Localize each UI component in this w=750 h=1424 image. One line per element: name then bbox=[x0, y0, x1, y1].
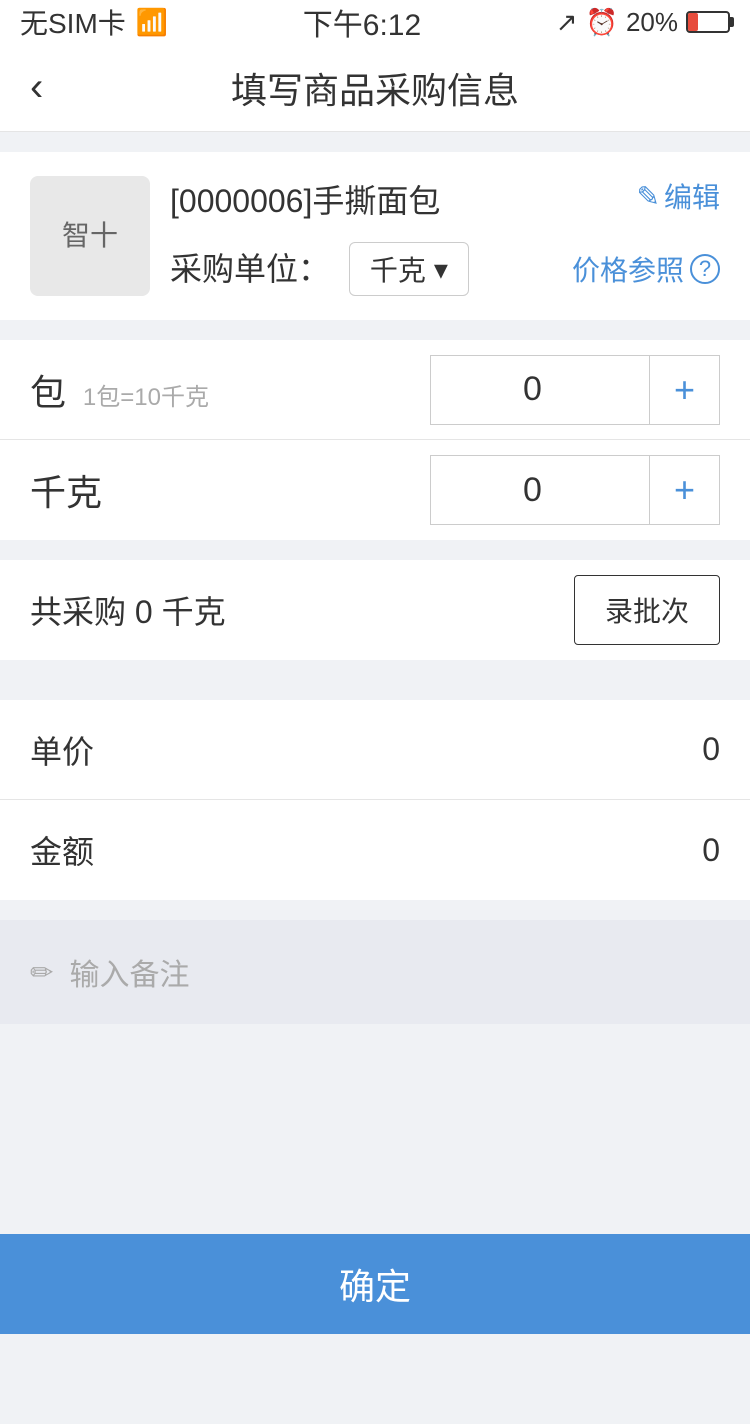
product-logo: 智十 bbox=[62, 219, 118, 253]
kg-input-row: 千克 + bbox=[0, 440, 750, 540]
product-card: 智十 [0000006]手撕面包 ✎ 编辑 采购单位： 千克 ▾ bbox=[0, 152, 750, 320]
unit-label: 采购单位： bbox=[170, 251, 330, 287]
product-name: [0000006]手撕面包 bbox=[170, 176, 440, 222]
unit-label-group: 采购单位： 千克 ▾ bbox=[170, 242, 469, 296]
pencil-icon: ✏ bbox=[30, 956, 53, 989]
wifi-icon: 📶 bbox=[136, 7, 168, 38]
summary-text: 共采购 0 千克 bbox=[30, 587, 226, 633]
kg-quantity-input[interactable] bbox=[430, 455, 650, 525]
divider-3 bbox=[0, 660, 750, 680]
record-batch-button[interactable]: 录批次 bbox=[574, 575, 720, 645]
info-section: 单价 0 金额 0 bbox=[0, 700, 750, 900]
status-right: ↗ ⏰ 20% bbox=[556, 7, 730, 38]
price-reference-button[interactable]: 价格参照 ? bbox=[572, 249, 720, 289]
amount-label: 金额 bbox=[30, 827, 94, 873]
unit-price-row: 单价 0 bbox=[0, 700, 750, 800]
status-bar: 无SIM卡 📶 下午6:12 ↗ ⏰ 20% bbox=[0, 0, 750, 44]
input-section: 包 1包=10千克 + 千克 + bbox=[0, 340, 750, 540]
bag-input-row: 包 1包=10千克 + bbox=[0, 340, 750, 440]
product-unit-row: 采购单位： 千克 ▾ 价格参照 ? bbox=[170, 242, 720, 296]
confirm-button[interactable]: 确定 bbox=[0, 1234, 750, 1334]
bag-plus-button[interactable]: + bbox=[650, 355, 720, 425]
battery-percent: 20% bbox=[626, 7, 678, 38]
kg-input-right: + bbox=[430, 455, 720, 525]
product-thumbnail: 智十 bbox=[30, 176, 150, 296]
battery-icon bbox=[686, 11, 730, 33]
page-title: 填写商品采购信息 bbox=[231, 62, 519, 114]
carrier-label: 无SIM卡 bbox=[20, 2, 126, 42]
unit-price-value: 0 bbox=[702, 731, 720, 768]
unit-selector[interactable]: 千克 ▾ bbox=[349, 242, 469, 296]
status-time: 下午6:12 bbox=[303, 0, 421, 44]
bag-quantity-input[interactable] bbox=[430, 355, 650, 425]
remark-section[interactable]: ✏ 输入备注 bbox=[0, 920, 750, 1024]
summary-row: 共采购 0 千克 录批次 bbox=[0, 560, 750, 660]
location-icon: ↗ bbox=[556, 7, 578, 38]
edit-button[interactable]: ✎ 编辑 bbox=[637, 176, 720, 216]
back-button[interactable]: ‹ bbox=[30, 65, 43, 110]
remark-placeholder: 输入备注 bbox=[69, 950, 189, 994]
unit-price-label: 单价 bbox=[30, 727, 94, 773]
nav-bar: ‹ 填写商品采购信息 bbox=[0, 44, 750, 132]
edit-icon: ✎ bbox=[637, 180, 660, 213]
dropdown-chevron-icon: ▾ bbox=[434, 253, 448, 286]
product-header: [0000006]手撕面包 ✎ 编辑 bbox=[170, 176, 720, 222]
kg-label-group: 千克 bbox=[30, 464, 102, 516]
divider-2 bbox=[0, 540, 750, 560]
alarm-icon: ⏰ bbox=[586, 7, 618, 38]
kg-label: 千克 bbox=[30, 472, 102, 513]
info-circle-icon: ? bbox=[690, 254, 720, 284]
product-info: [0000006]手撕面包 ✎ 编辑 采购单位： 千克 ▾ 价格参照 ? bbox=[170, 176, 720, 296]
bag-label: 包 bbox=[30, 372, 66, 413]
divider-1 bbox=[0, 320, 750, 340]
bag-label-group: 包 1包=10千克 bbox=[30, 364, 209, 416]
kg-plus-button[interactable]: + bbox=[650, 455, 720, 525]
amount-value: 0 bbox=[702, 832, 720, 869]
status-left: 无SIM卡 📶 bbox=[20, 2, 168, 42]
amount-row: 金额 0 bbox=[0, 800, 750, 900]
bag-input-right: + bbox=[430, 355, 720, 425]
bag-sub-label: 1包=10千克 bbox=[83, 384, 209, 411]
